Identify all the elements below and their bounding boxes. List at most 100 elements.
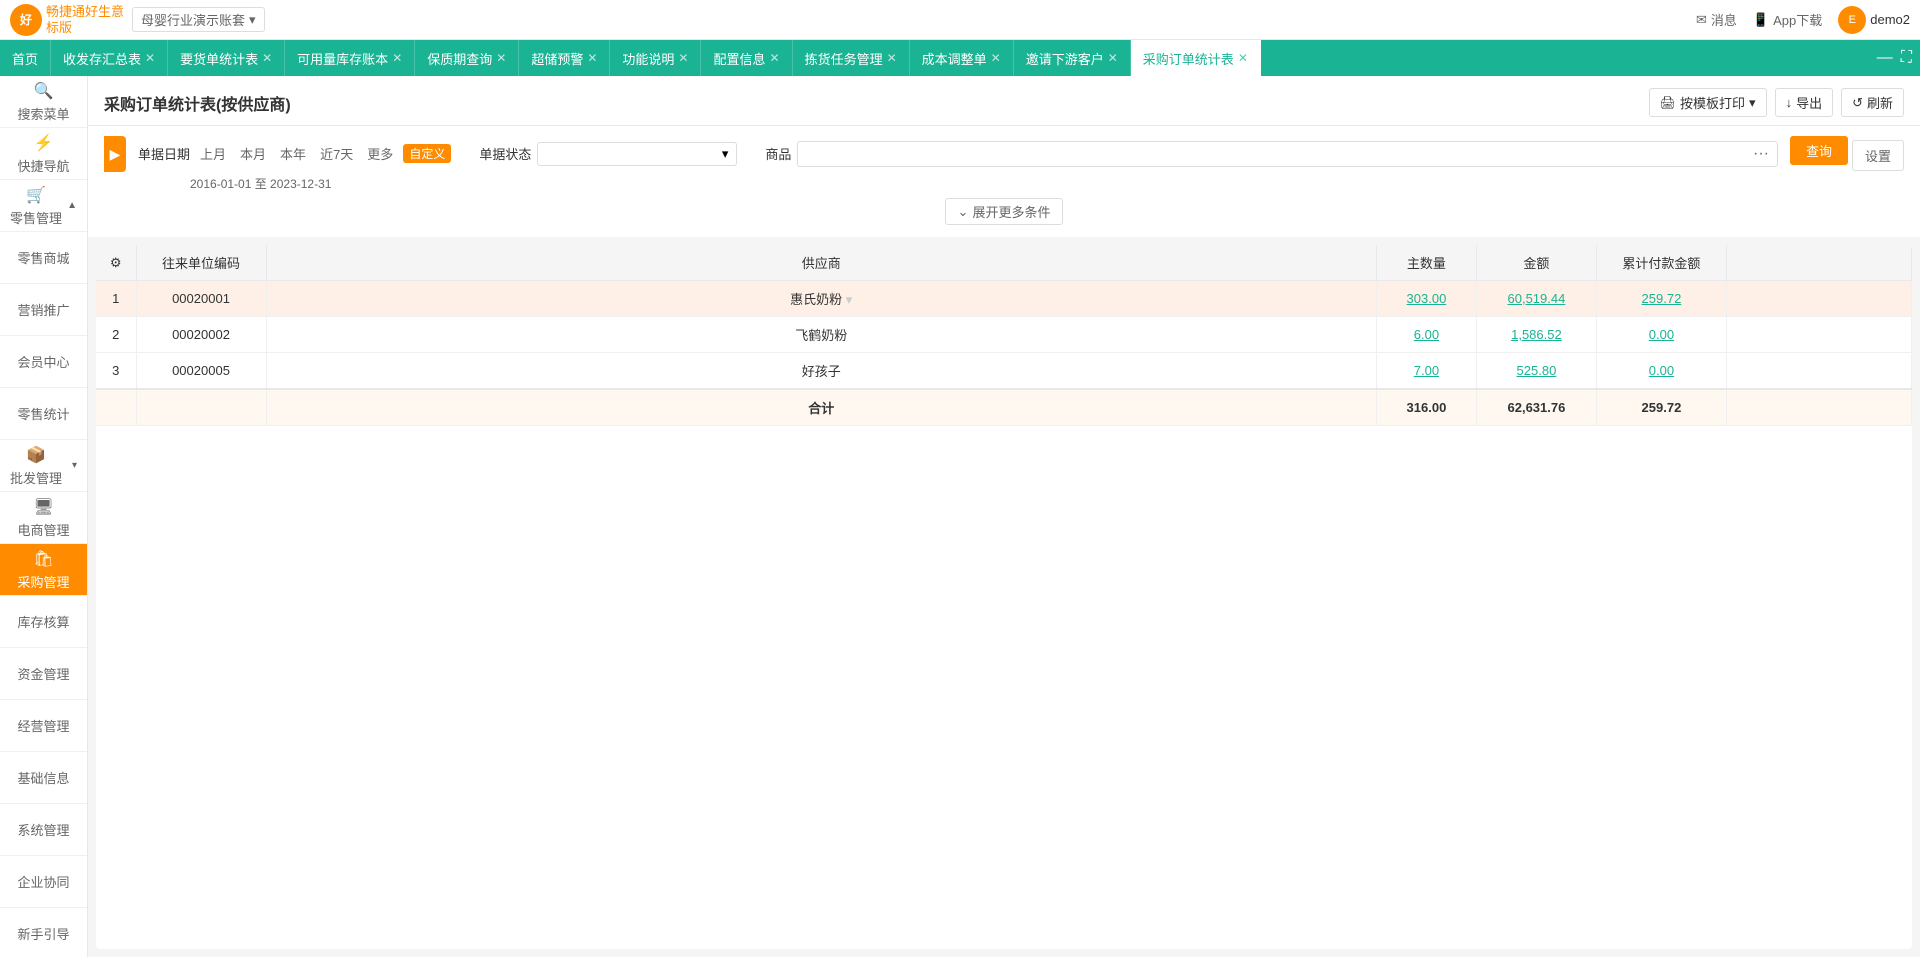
status-label: 单据状态 — [479, 144, 531, 163]
avatar: E — [1838, 6, 1866, 34]
app-download-button[interactable]: 📱 App下载 — [1753, 10, 1822, 29]
amount-link[interactable]: 525.80 — [1517, 363, 1557, 378]
row-paid: 0.00 — [1596, 317, 1726, 353]
filter-section: ▶ 单据日期 上月 本月 本年 近7天 更多 自定义 — [88, 126, 1920, 237]
row-paid: 259.72 — [1596, 281, 1726, 317]
user-area[interactable]: E demo2 — [1838, 6, 1910, 34]
sidebar-item-newbie[interactable]: 新手引导 — [0, 908, 87, 957]
query-actions: 查询 设置 — [1790, 136, 1904, 171]
tab-bar: 首页 收发存汇总表 ✕ 要货单统计表 ✕ 可用量库存账本 ✕ 保质期查询 ✕ 超… — [0, 40, 1920, 76]
tab-expiry[interactable]: 保质期查询 ✕ — [415, 40, 519, 76]
tab-purchase-order-stats[interactable]: 采购订单统计表 ✕ — [1131, 40, 1261, 76]
row-supplier: 飞鹤奶粉 — [266, 317, 1376, 353]
tab-maximize-icon[interactable]: ⛶ — [1901, 49, 1912, 67]
sidebar-item-wholesale[interactable]: 📦 批发管理 ▾ — [0, 440, 87, 492]
sidebar-item-search[interactable]: 🔍 搜索菜单 — [0, 76, 87, 128]
logo-text: 畅捷通好生意 标版 — [46, 4, 124, 35]
print-icon: 🖨 — [1660, 95, 1677, 111]
tab-minimize-icon[interactable]: — — [1877, 49, 1893, 67]
sidebar-item-enterprise[interactable]: 企业协同 — [0, 856, 87, 908]
qty-link[interactable]: 6.00 — [1414, 327, 1439, 342]
wholesale-icon: 📦 — [26, 445, 46, 465]
sidebar-item-inventory-check[interactable]: 库存核算 — [0, 596, 87, 648]
tab-picking[interactable]: 拣货任务管理 ✕ — [793, 40, 910, 76]
tab-close-icon[interactable]: ✕ — [262, 51, 272, 65]
tab-close-icon[interactable]: ✕ — [145, 51, 155, 65]
date-this-month[interactable]: 本月 — [236, 142, 270, 165]
tab-function[interactable]: 功能说明 ✕ — [610, 40, 701, 76]
query-button[interactable]: 查询 — [1790, 136, 1848, 165]
refresh-button[interactable]: ↺ 刷新 — [1841, 88, 1904, 117]
paid-link[interactable]: 259.72 — [1642, 291, 1682, 306]
tab-config[interactable]: 配置信息 ✕ — [701, 40, 792, 76]
paid-link[interactable]: 0.00 — [1649, 327, 1674, 342]
date-this-year[interactable]: 本年 — [276, 142, 310, 165]
tab-close-icon[interactable]: ✕ — [770, 51, 780, 65]
sidebar-item-member[interactable]: 会员中心 — [0, 336, 87, 388]
row-supplier: 好孩子 — [266, 353, 1376, 390]
amount-link[interactable]: 1,586.52 — [1511, 327, 1562, 342]
tab-home[interactable]: 首页 — [0, 40, 51, 76]
goods-input[interactable] — [806, 146, 1753, 161]
tab-cost-adjust[interactable]: 成本调整单 ✕ — [910, 40, 1014, 76]
expand-button[interactable]: ⌄ 展开更多条件 — [945, 198, 1064, 225]
sidebar-item-quicknav[interactable]: ⚡ 快捷导航 — [0, 128, 87, 180]
date-shortcuts: 上月 本月 本年 近7天 更多 自定义 — [196, 142, 451, 165]
chevron-down-icon: ⌄ — [958, 204, 969, 220]
tab-close-icon[interactable]: ✕ — [392, 51, 402, 65]
filter-row: 单据日期 上月 本月 本年 近7天 更多 自定义 — [138, 136, 1904, 171]
header-actions: 🖨 按模板打印 ▾ ↓ 导出 ↺ 刷新 — [1649, 88, 1905, 117]
workspace-selector[interactable]: 母婴行业演示账套 ▾ — [132, 7, 265, 32]
sidebar-item-operations[interactable]: 经营管理 — [0, 700, 87, 752]
tab-close-icon[interactable]: ✕ — [587, 51, 597, 65]
col-empty — [1726, 245, 1911, 281]
sidebar-item-finance[interactable]: 资金管理 — [0, 648, 87, 700]
tab-close-icon[interactable]: ✕ — [991, 51, 1001, 65]
date-more[interactable]: 更多 — [363, 142, 397, 165]
paid-link[interactable]: 0.00 — [1649, 363, 1674, 378]
tab-overstock[interactable]: 超储预警 ✕ — [519, 40, 610, 76]
tab-invite[interactable]: 邀请下游客户 ✕ — [1014, 40, 1131, 76]
export-button[interactable]: ↓ 导出 — [1775, 88, 1834, 117]
goods-filter: 商品 ··· — [765, 141, 1778, 167]
filter-toggle-button[interactable]: ▶ — [104, 136, 126, 172]
print-button[interactable]: 🖨 按模板打印 ▾ — [1649, 88, 1767, 117]
quicknav-icon: ⚡ — [34, 133, 54, 153]
status-select[interactable]: ▾ — [537, 142, 737, 166]
tab-close-icon[interactable]: ✕ — [887, 51, 897, 65]
row-paid: 0.00 — [1596, 353, 1726, 390]
sidebar-item-retail[interactable]: 🛒 零售管理 ▲ — [0, 180, 87, 232]
sidebar-item-retail-mall[interactable]: 零售商城 — [0, 232, 87, 284]
settings-button[interactable]: 设置 — [1852, 140, 1904, 171]
sidebar-item-retail-stats[interactable]: 零售统计 — [0, 388, 87, 440]
date-7days[interactable]: 近7天 — [316, 142, 357, 165]
ecommerce-icon: 🖥 — [33, 497, 53, 517]
tab-close-icon[interactable]: ✕ — [496, 51, 506, 65]
tab-inventory[interactable]: 可用量库存账本 ✕ — [285, 40, 415, 76]
row-qty: 303.00 — [1376, 281, 1476, 317]
qty-link[interactable]: 7.00 — [1414, 363, 1439, 378]
col-settings[interactable]: ⚙ — [96, 245, 136, 281]
sidebar-item-basic-info[interactable]: 基础信息 — [0, 752, 87, 804]
sidebar-item-purchase[interactable]: 🛍 采购管理 — [0, 544, 87, 596]
tab-close-icon[interactable]: ✕ — [1108, 51, 1118, 65]
tab-receive[interactable]: 收发存汇总表 ✕ — [51, 40, 168, 76]
date-last-month[interactable]: 上月 — [196, 142, 230, 165]
col-header-code: 往来单位编码 — [136, 245, 266, 281]
supplier-expand-icon[interactable]: ▾ — [846, 292, 853, 307]
tab-close-icon[interactable]: ✕ — [678, 51, 688, 65]
goods-more-icon[interactable]: ··· — [1753, 145, 1769, 163]
date-custom-tag[interactable]: 自定义 — [403, 144, 451, 163]
qty-link[interactable]: 303.00 — [1407, 291, 1447, 306]
sidebar-item-system[interactable]: 系统管理 — [0, 804, 87, 856]
message-button[interactable]: ✉ 消息 — [1696, 10, 1737, 29]
message-icon: ✉ — [1696, 12, 1707, 28]
export-icon: ↓ — [1786, 95, 1793, 110]
sidebar-item-ecommerce[interactable]: 🖥 电商管理 — [0, 492, 87, 544]
sidebar-item-marketing[interactable]: 营销推广 — [0, 284, 87, 336]
table-row: 2 00020002 飞鹤奶粉 6.00 1,586.52 0.00 — [96, 317, 1912, 353]
tab-purchase-stats[interactable]: 要货单统计表 ✕ — [168, 40, 285, 76]
tab-close-icon[interactable]: ✕ — [1238, 51, 1248, 65]
amount-link[interactable]: 60,519.44 — [1508, 291, 1566, 306]
table-row: 3 00020005 好孩子 7.00 525.80 0.00 — [96, 353, 1912, 390]
